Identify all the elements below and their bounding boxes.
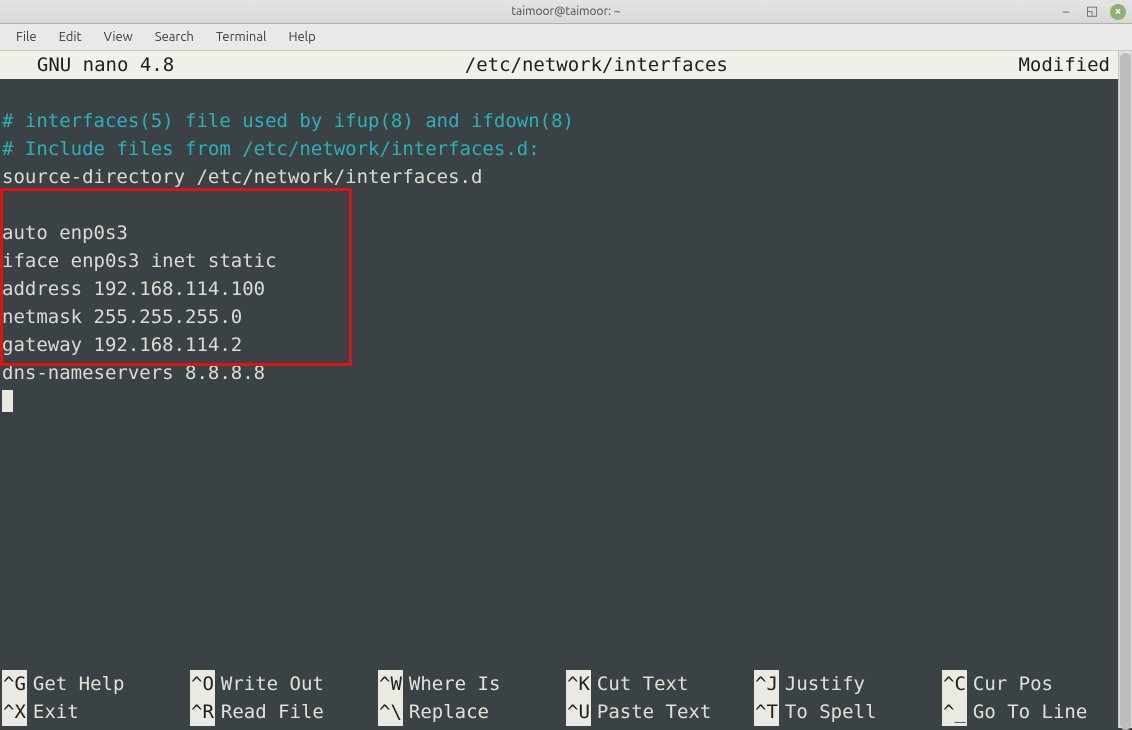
shortcut-cur-pos: ^C Cur Pos bbox=[942, 670, 1130, 698]
text-cursor bbox=[2, 390, 13, 412]
keycap: ^U bbox=[566, 698, 591, 726]
editor-line: auto enp0s3 bbox=[2, 222, 128, 244]
window-controls: – ◱ × bbox=[1058, 0, 1126, 23]
nano-header: GNU nano 4.8 /etc/network/interfaces Mod… bbox=[0, 51, 1132, 79]
shortcut-label: Write Out bbox=[215, 670, 324, 698]
shortcut-go-to-line: ^_ Go To Line bbox=[942, 698, 1130, 726]
shortcut-label: Cut Text bbox=[591, 670, 689, 698]
shortcut-row-1: ^G Get Help ^O Write Out ^W Where Is ^K … bbox=[2, 670, 1130, 698]
menu-search[interactable]: Search bbox=[145, 27, 204, 47]
keycap: ^J bbox=[754, 670, 779, 698]
shortcut-replace: ^\ Replace bbox=[378, 698, 566, 726]
keycap: ^O bbox=[190, 670, 215, 698]
scrollbar-thumb[interactable] bbox=[1120, 53, 1131, 730]
nano-app-name: GNU nano 4.8 bbox=[14, 51, 174, 79]
editor-line: dns-nameservers 8.8.8.8 bbox=[2, 362, 265, 384]
menu-help[interactable]: Help bbox=[278, 27, 325, 47]
keycap: ^_ bbox=[942, 698, 967, 726]
shortcut-label: Justify bbox=[779, 670, 865, 698]
shortcut-label: Read File bbox=[215, 698, 324, 726]
shortcut-exit: ^X Exit bbox=[2, 698, 190, 726]
keycap: ^X bbox=[2, 698, 27, 726]
terminal[interactable]: GNU nano 4.8 /etc/network/interfaces Mod… bbox=[0, 51, 1132, 728]
nano-shortcuts: ^G Get Help ^O Write Out ^W Where Is ^K … bbox=[0, 670, 1132, 728]
minimize-icon[interactable]: – bbox=[1058, 4, 1074, 20]
shortcut-label: Get Help bbox=[27, 670, 125, 698]
shortcut-paste-text: ^U Paste Text bbox=[566, 698, 754, 726]
keycap: ^T bbox=[754, 698, 779, 726]
keycap: ^W bbox=[378, 670, 403, 698]
editor-line: gateway 192.168.114.2 bbox=[2, 334, 242, 356]
menu-terminal[interactable]: Terminal bbox=[206, 27, 277, 47]
shortcut-label: Replace bbox=[403, 698, 489, 726]
keycap: ^R bbox=[190, 698, 215, 726]
shortcut-row-2: ^X Exit ^R Read File ^\ Replace ^U Paste… bbox=[2, 698, 1130, 726]
keycap: ^K bbox=[566, 670, 591, 698]
shortcut-get-help: ^G Get Help bbox=[2, 670, 190, 698]
menu-file[interactable]: File bbox=[6, 27, 47, 47]
shortcut-read-file: ^R Read File bbox=[190, 698, 378, 726]
window-titlebar: taimoor@taimoor: ~ – ◱ × bbox=[0, 0, 1132, 24]
editor-body[interactable]: # interfaces(5) file used by ifup(8) and… bbox=[0, 79, 1132, 443]
maximize-icon[interactable]: ◱ bbox=[1084, 4, 1100, 20]
window-title: taimoor@taimoor: ~ bbox=[511, 5, 620, 18]
keycap: ^\ bbox=[378, 698, 403, 726]
editor-line: iface enp0s3 inet static bbox=[2, 250, 277, 272]
shortcut-cut-text: ^K Cut Text bbox=[566, 670, 754, 698]
shortcut-write-out: ^O Write Out bbox=[190, 670, 378, 698]
nano-status: Modified bbox=[1018, 51, 1118, 79]
close-icon[interactable]: × bbox=[1110, 4, 1126, 20]
editor-line: netmask 255.255.255.0 bbox=[2, 306, 242, 328]
menubar: File Edit View Search Terminal Help bbox=[0, 24, 1132, 51]
shortcut-label: Paste Text bbox=[591, 698, 711, 726]
shortcut-label: Go To Line bbox=[967, 698, 1087, 726]
shortcut-label: Exit bbox=[27, 698, 79, 726]
editor-line: # Include files from /etc/network/interf… bbox=[2, 138, 540, 160]
menu-view[interactable]: View bbox=[94, 27, 143, 47]
vertical-scrollbar[interactable] bbox=[1118, 51, 1132, 728]
shortcut-label: Where Is bbox=[403, 670, 501, 698]
shortcut-to-spell: ^T To Spell bbox=[754, 698, 942, 726]
editor-line: source-directory /etc/network/interfaces… bbox=[2, 166, 482, 188]
nano-filename: /etc/network/interfaces bbox=[174, 51, 1018, 79]
menu-edit[interactable]: Edit bbox=[49, 27, 92, 47]
shortcut-label: Cur Pos bbox=[967, 670, 1053, 698]
editor-line: # interfaces(5) file used by ifup(8) and… bbox=[2, 110, 574, 132]
shortcut-justify: ^J Justify bbox=[754, 670, 942, 698]
keycap: ^C bbox=[942, 670, 967, 698]
shortcut-where-is: ^W Where Is bbox=[378, 670, 566, 698]
shortcut-label: To Spell bbox=[779, 698, 877, 726]
keycap: ^G bbox=[2, 670, 27, 698]
editor-line: address 192.168.114.100 bbox=[2, 278, 265, 300]
